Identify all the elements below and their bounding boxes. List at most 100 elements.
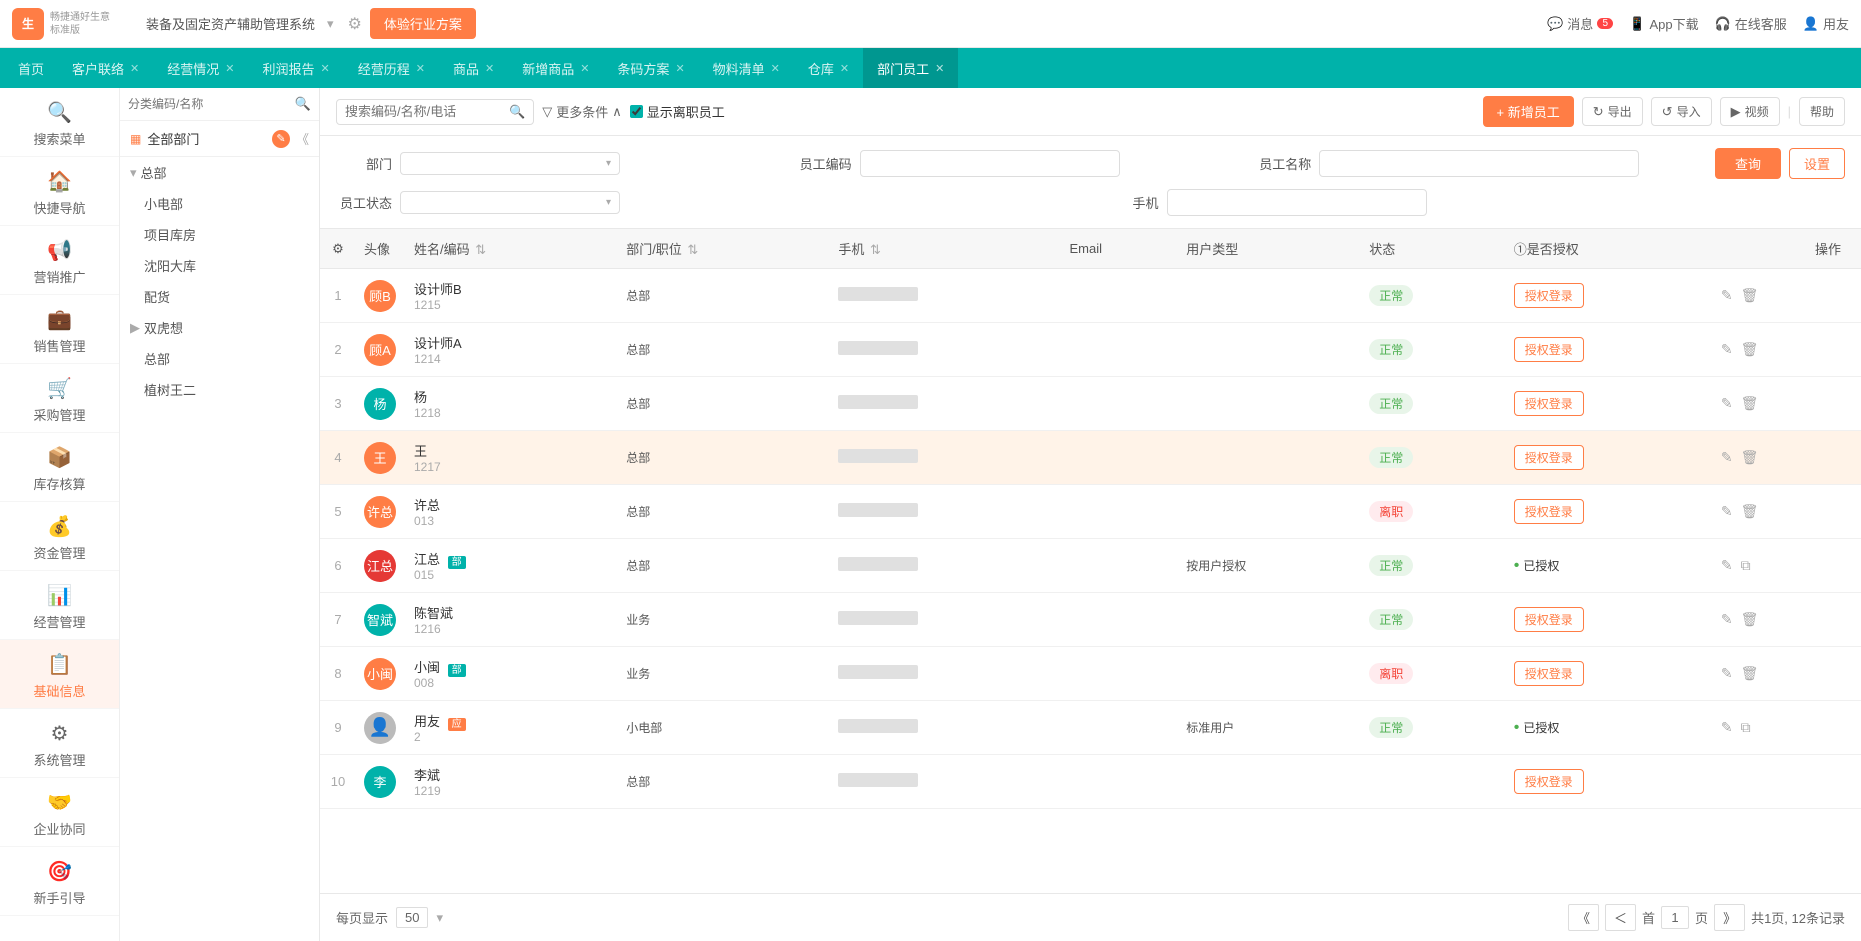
nav-search[interactable]: 🔍 搜索菜单	[0, 88, 119, 157]
page-number[interactable]: 1	[1661, 906, 1689, 929]
page-next-btn[interactable]: 》	[1714, 904, 1745, 931]
dept-item-zongbu[interactable]: 总部	[120, 343, 319, 374]
set-btn[interactable]: 设置	[1789, 148, 1845, 179]
close-icon-active[interactable]: ✕	[935, 62, 944, 75]
dept-search-input[interactable]	[128, 97, 291, 111]
copy-icon[interactable]: ⧉	[1741, 557, 1751, 574]
copy-icon[interactable]: ⧉	[1741, 719, 1751, 736]
nav-inventory[interactable]: 📦 库存核算	[0, 433, 119, 502]
dept-edit-icon[interactable]: ✎	[272, 130, 290, 148]
auth-btn[interactable]: 授权登录	[1514, 283, 1584, 308]
nav-collab[interactable]: 🤝 企业协同	[0, 778, 119, 847]
emp-status-select[interactable]: ▾	[400, 191, 620, 214]
message-btn[interactable]: 💬 消息 5	[1547, 14, 1613, 33]
delete-icon[interactable]: 🗑	[1741, 341, 1759, 358]
close-icon[interactable]: ✕	[225, 62, 234, 75]
nav-basic-info[interactable]: 📋 基础信息	[0, 640, 119, 709]
help-btn[interactable]: 帮助	[1799, 97, 1845, 126]
try-btn[interactable]: 体验行业方案	[370, 8, 476, 39]
delete-icon[interactable]: 🗑	[1741, 611, 1759, 628]
tab-dept-staff[interactable]: 部门员工 ✕	[863, 48, 958, 88]
search-icon[interactable]: 🔍	[295, 96, 311, 112]
auth-btn[interactable]: 授权登录	[1514, 337, 1584, 362]
emp-name-input[interactable]	[1319, 150, 1639, 177]
query-btn[interactable]: 查询	[1715, 148, 1781, 179]
edit-icon[interactable]: ✎	[1721, 395, 1733, 412]
all-dept-header[interactable]: ▦ 全部部门 ✎ 《	[120, 121, 319, 157]
delete-icon[interactable]: 🗑	[1741, 503, 1759, 520]
tab-profit[interactable]: 利润报告 ✕	[248, 48, 343, 88]
nav-marketing[interactable]: 📢 营销推广	[0, 226, 119, 295]
edit-icon[interactable]: ✎	[1721, 719, 1733, 736]
edit-icon[interactable]: ✎	[1721, 449, 1733, 466]
edit-icon[interactable]: ✎	[1721, 665, 1733, 682]
close-icon[interactable]: ✕	[771, 62, 780, 75]
auth-btn[interactable]: 授权登录	[1514, 445, 1584, 470]
tab-history[interactable]: 经营历程 ✕	[344, 48, 439, 88]
delete-icon[interactable]: 🗑	[1741, 449, 1759, 466]
nav-manage[interactable]: 📊 经营管理	[0, 571, 119, 640]
nav-purchase[interactable]: 🛒 采购管理	[0, 364, 119, 433]
search-input[interactable]	[345, 104, 505, 119]
auth-btn[interactable]: 授权登录	[1514, 661, 1584, 686]
app-download-btn[interactable]: 📱 App下载	[1629, 14, 1698, 33]
nav-sales[interactable]: 💼 销售管理	[0, 295, 119, 364]
sort-icon[interactable]: ⇅	[870, 242, 881, 257]
sort-icon[interactable]: ⇅	[475, 242, 486, 257]
user-menu[interactable]: 👤 用友	[1803, 14, 1849, 33]
close-icon[interactable]: ✕	[485, 62, 494, 75]
tab-barcode[interactable]: 条码方案 ✕	[603, 48, 698, 88]
dept-item-zhishuwanger[interactable]: 植树王二	[120, 374, 319, 405]
export-btn[interactable]: ↻ 导出	[1582, 97, 1643, 126]
dropdown-icon[interactable]: ▾	[327, 16, 334, 32]
dept-item-xiaodibu[interactable]: 小电部	[120, 188, 319, 219]
tab-customer[interactable]: 客户联络 ✕	[58, 48, 153, 88]
col-settings[interactable]: ⚙	[320, 229, 356, 269]
dept-item-xiangmukufang[interactable]: 项目库房	[120, 219, 319, 250]
auth-btn[interactable]: 授权登录	[1514, 769, 1584, 794]
auth-btn[interactable]: 授权登录	[1514, 499, 1584, 524]
auth-btn[interactable]: 授权登录	[1514, 607, 1584, 632]
delete-icon[interactable]: 🗑	[1741, 287, 1759, 304]
close-icon[interactable]: ✕	[416, 62, 425, 75]
tab-goods[interactable]: 商品 ✕	[439, 48, 508, 88]
nav-guide[interactable]: 🎯 新手引导	[0, 847, 119, 916]
page-first-btn[interactable]: 《	[1568, 904, 1599, 931]
edit-icon[interactable]: ✎	[1721, 341, 1733, 358]
dept-item-shenyangdaku[interactable]: 沈阳大库	[120, 250, 319, 281]
auth-btn[interactable]: 授权登录	[1514, 391, 1584, 416]
view-btn[interactable]: ▶ 视频	[1720, 97, 1780, 126]
nav-finance[interactable]: 💰 资金管理	[0, 502, 119, 571]
search-icon[interactable]: 🔍	[509, 104, 525, 120]
dept-filter-select[interactable]: ▾	[400, 152, 620, 175]
nav-system[interactable]: ⚙ 系统管理	[0, 709, 119, 778]
tab-warehouse[interactable]: 仓库 ✕	[794, 48, 863, 88]
per-page-value[interactable]: 50	[396, 907, 428, 928]
import-btn[interactable]: ↺ 导入	[1651, 97, 1712, 126]
page-prev-btn[interactable]: ＜	[1605, 904, 1636, 931]
delete-icon[interactable]: 🗑	[1741, 665, 1759, 682]
tab-bom[interactable]: 物料清单 ✕	[699, 48, 794, 88]
dept-item-shuanghuxiang[interactable]: ▶ 双虎想	[120, 312, 319, 343]
close-icon[interactable]: ✕	[321, 62, 330, 75]
dept-item-zongbu-parent[interactable]: ▾ 总部	[120, 157, 319, 188]
close-icon[interactable]: ✕	[580, 62, 589, 75]
phone-input[interactable]	[1167, 189, 1427, 216]
close-icon[interactable]: ✕	[130, 62, 139, 75]
close-icon[interactable]: ✕	[675, 62, 684, 75]
gear-button[interactable]: ⚙	[348, 14, 362, 34]
tab-operation[interactable]: 经营情况 ✕	[153, 48, 248, 88]
close-icon[interactable]: ✕	[840, 62, 849, 75]
dropdown-icon[interactable]: ▾	[436, 910, 443, 926]
sort-icon[interactable]: ⇅	[687, 242, 698, 257]
edit-icon[interactable]: ✎	[1721, 557, 1733, 574]
emp-code-input[interactable]	[860, 150, 1120, 177]
delete-icon[interactable]: 🗑	[1741, 395, 1759, 412]
edit-icon[interactable]: ✎	[1721, 503, 1733, 520]
dept-item-peihuo[interactable]: 配货	[120, 281, 319, 312]
show-resigned-checkbox[interactable]	[630, 105, 643, 118]
tab-home[interactable]: 首页	[4, 48, 58, 88]
dept-collapse-icon[interactable]: 《	[296, 129, 309, 148]
more-filter-btn[interactable]: ▽ 更多条件 ∧	[542, 102, 622, 121]
online-service-btn[interactable]: 🎧 在线客服	[1715, 14, 1787, 33]
